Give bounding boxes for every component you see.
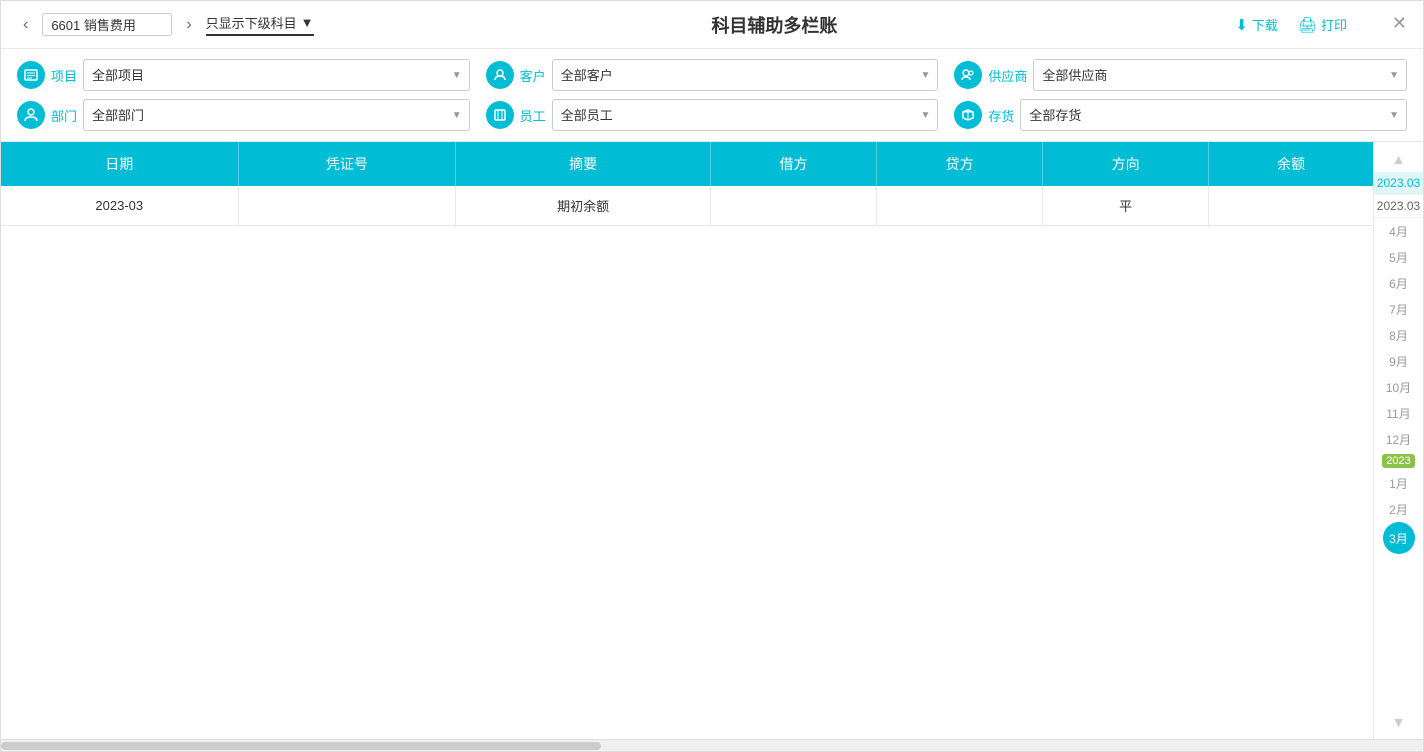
cell-3 bbox=[710, 186, 876, 226]
employee-select[interactable]: 全部员工 bbox=[552, 99, 939, 131]
project-icon bbox=[17, 61, 45, 89]
cell-2: 期初余额 bbox=[456, 186, 711, 226]
horizontal-scrollbar[interactable] bbox=[1, 739, 1423, 751]
department-select[interactable]: 全部部门 bbox=[83, 99, 470, 131]
scrollbar-thumb[interactable] bbox=[1, 742, 601, 750]
main-content: 日期 凭证号 摘要 借方 贷方 方向 余额 2023-03 期初余额 平 ▲ bbox=[1, 142, 1423, 739]
download-label: 下载 bbox=[1252, 15, 1278, 34]
department-select-wrapper: 全部部门 bbox=[83, 99, 470, 131]
cell-4 bbox=[877, 186, 1043, 226]
sidebar-month-8[interactable]: 8月 bbox=[1377, 322, 1421, 348]
title-bar-right: ⬇ 下载 🖨 打印 bbox=[1235, 15, 1407, 34]
cell-5: 平 bbox=[1043, 186, 1209, 226]
project-select-wrapper: 全部项目 bbox=[83, 59, 470, 91]
sidebar-month-11[interactable]: 11月 bbox=[1377, 400, 1421, 426]
print-label: 打印 bbox=[1321, 15, 1347, 34]
show-sub-account-button[interactable]: 只显示下级科目 ▼ bbox=[206, 13, 314, 36]
print-icon: 🖨 bbox=[1298, 16, 1317, 34]
sidebar-month-3[interactable]: 3月 bbox=[1383, 522, 1415, 554]
sidebar-month-4[interactable]: 4月 bbox=[1377, 218, 1421, 244]
supplier-select-wrapper: 全部供应商 bbox=[1033, 59, 1407, 91]
sidebar-month-10[interactable]: 10月 bbox=[1377, 374, 1421, 400]
sidebar-month-7[interactable]: 7月 bbox=[1377, 296, 1421, 322]
filter-item-supplier: 供应商 全部供应商 bbox=[954, 59, 1407, 91]
table-row: 2023-03 期初余额 平 bbox=[1, 186, 1373, 226]
col-credit: 贷方 bbox=[877, 142, 1043, 186]
supplier-select[interactable]: 全部供应商 bbox=[1033, 59, 1407, 91]
col-debit: 借方 bbox=[710, 142, 876, 186]
filter-item-inventory: 存货 全部存货 bbox=[954, 99, 1407, 131]
inventory-icon bbox=[954, 101, 982, 129]
show-sub-label: 只显示下级科目 bbox=[206, 13, 297, 32]
main-window: ‹ › 只显示下级科目 ▼ 科目辅助多栏账 ⬇ 下载 🖨 打印 ✕ bbox=[0, 0, 1424, 752]
sidebar-month-2[interactable]: 2月 bbox=[1377, 496, 1421, 522]
filter-row-1: 项目 全部项目 客户 全部客户 bbox=[17, 59, 1407, 91]
col-balance: 余额 bbox=[1209, 142, 1373, 186]
download-icon: ⬇ bbox=[1235, 16, 1248, 34]
sidebar-month-12[interactable]: 12月 bbox=[1377, 426, 1421, 452]
inventory-label: 存货 bbox=[988, 106, 1014, 125]
cell-6 bbox=[1209, 186, 1373, 226]
col-direction: 方向 bbox=[1043, 142, 1209, 186]
inventory-select[interactable]: 全部存货 bbox=[1020, 99, 1407, 131]
supplier-label: 供应商 bbox=[988, 66, 1027, 85]
sidebar-scroll-down-button[interactable]: ▼ bbox=[1381, 709, 1417, 735]
sidebar-scroll-up-button[interactable]: ▲ bbox=[1381, 146, 1417, 172]
inventory-select-wrapper: 全部存货 bbox=[1020, 99, 1407, 131]
show-sub-chevron-icon: ▼ bbox=[301, 15, 314, 30]
col-summary: 摘要 bbox=[456, 142, 711, 186]
project-label: 项目 bbox=[51, 66, 77, 85]
cell-0: 2023-03 bbox=[1, 186, 238, 226]
filter-item-employee: 员工 全部员工 bbox=[486, 99, 939, 131]
customer-select-wrapper: 全部客户 bbox=[552, 59, 939, 91]
employee-icon bbox=[486, 101, 514, 129]
prev-account-button[interactable]: ‹ bbox=[17, 14, 34, 36]
sidebar-month-1[interactable]: 1月 bbox=[1377, 470, 1421, 496]
sidebar-period-item-2[interactable]: 2023.03 bbox=[1374, 195, 1423, 218]
period-label-1: 2023.03 bbox=[1377, 176, 1420, 190]
filter-item-customer: 客户 全部客户 bbox=[486, 59, 939, 91]
title-bar-left: ‹ › 只显示下级科目 ▼ bbox=[17, 13, 314, 36]
download-button[interactable]: ⬇ 下载 bbox=[1235, 15, 1278, 34]
col-voucher: 凭证号 bbox=[238, 142, 456, 186]
close-button[interactable]: ✕ bbox=[1392, 13, 1407, 34]
sidebar-period-item-1[interactable]: 2023.03 bbox=[1374, 172, 1423, 195]
employee-label: 员工 bbox=[520, 106, 546, 125]
sidebar-month-6[interactable]: 6月 bbox=[1377, 270, 1421, 296]
filter-row-2: 部门 全部部门 员工 bbox=[17, 99, 1407, 131]
year-badge: 2023 bbox=[1382, 454, 1414, 468]
supplier-icon bbox=[954, 61, 982, 89]
table-area[interactable]: 日期 凭证号 摘要 借方 贷方 方向 余额 2023-03 期初余额 平 bbox=[1, 142, 1373, 739]
next-account-button[interactable]: › bbox=[180, 14, 197, 36]
customer-select[interactable]: 全部客户 bbox=[552, 59, 939, 91]
period-label-2: 2023.03 bbox=[1377, 199, 1420, 213]
filter-item-department: 部门 全部部门 bbox=[17, 99, 470, 131]
department-label: 部门 bbox=[51, 106, 77, 125]
account-code-input[interactable] bbox=[42, 13, 172, 36]
sidebar-month-9[interactable]: 9月 bbox=[1377, 348, 1421, 374]
title-bar: ‹ › 只显示下级科目 ▼ 科目辅助多栏账 ⬇ 下载 🖨 打印 ✕ bbox=[1, 1, 1423, 49]
filter-area: 项目 全部项目 客户 全部客户 bbox=[1, 49, 1423, 142]
customer-label: 客户 bbox=[520, 66, 546, 85]
cell-1 bbox=[238, 186, 456, 226]
table-header-row: 日期 凭证号 摘要 借方 贷方 方向 余额 bbox=[1, 142, 1373, 186]
customer-icon bbox=[486, 61, 514, 89]
sidebar-month-5[interactable]: 5月 bbox=[1377, 244, 1421, 270]
right-sidebar: ▲ 2023.03 2023.03 4月 5月 6月 7月 8月 9月 10月 … bbox=[1373, 142, 1423, 739]
page-title: 科目辅助多栏账 bbox=[711, 12, 837, 38]
department-icon bbox=[17, 101, 45, 129]
filter-item-project: 项目 全部项目 bbox=[17, 59, 470, 91]
project-select[interactable]: 全部项目 bbox=[83, 59, 470, 91]
print-button[interactable]: 🖨 打印 bbox=[1298, 15, 1347, 34]
ledger-table: 日期 凭证号 摘要 借方 贷方 方向 余额 2023-03 期初余额 平 bbox=[1, 142, 1373, 226]
col-date: 日期 bbox=[1, 142, 238, 186]
employee-select-wrapper: 全部员工 bbox=[552, 99, 939, 131]
